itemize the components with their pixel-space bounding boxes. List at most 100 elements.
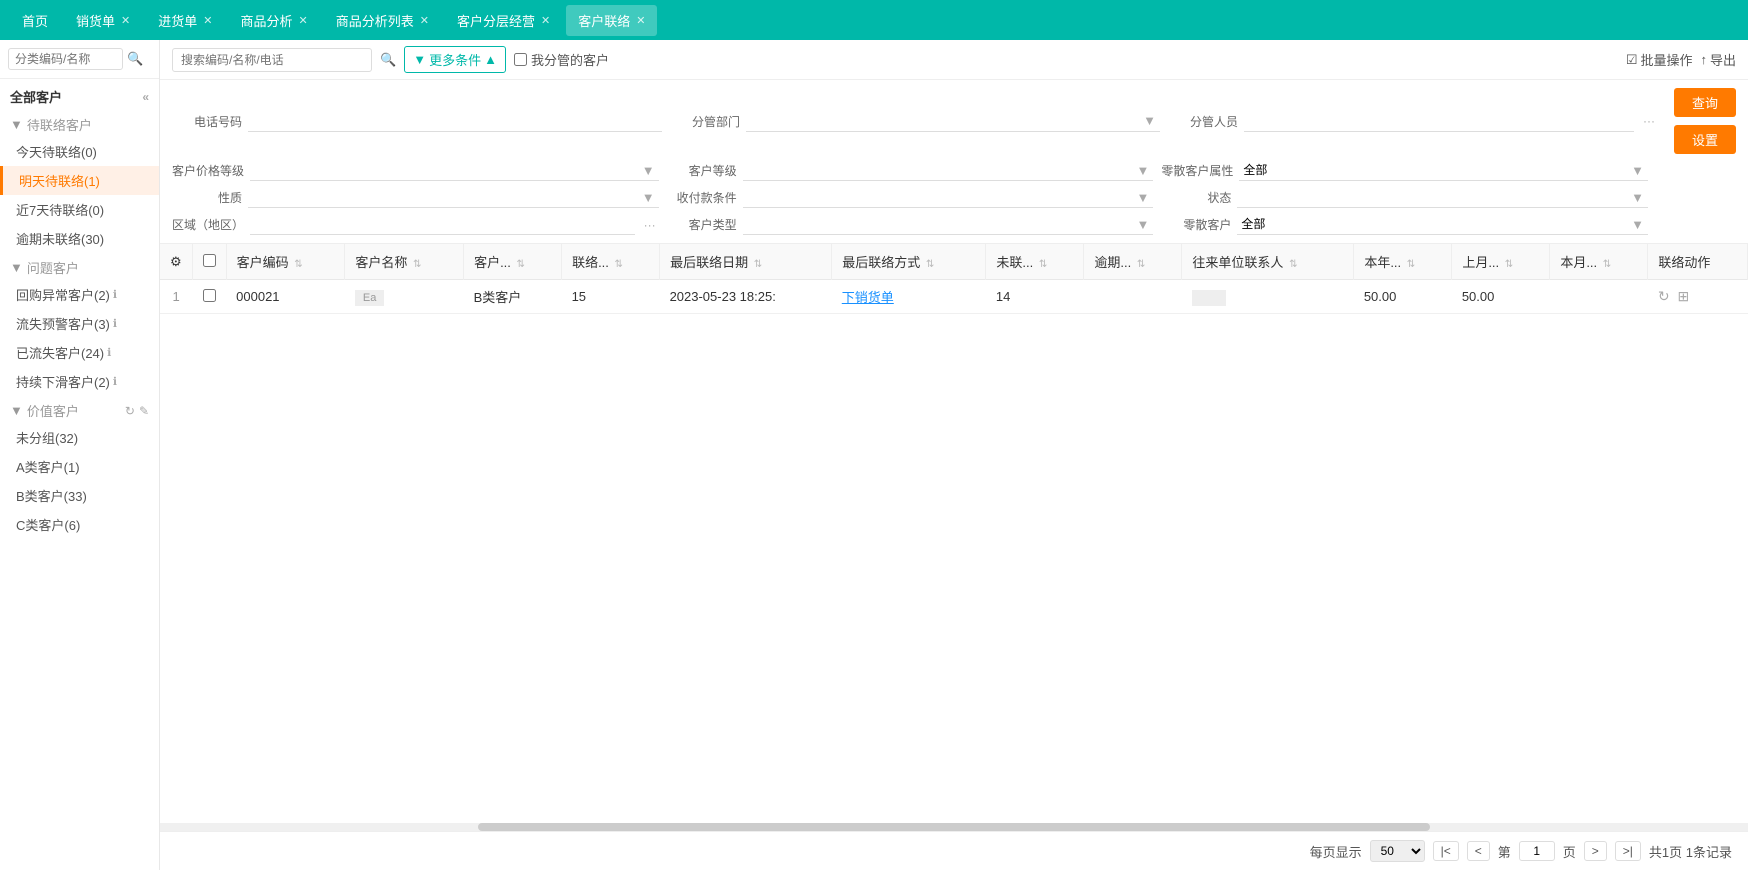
nav-close-purchase-order[interactable]: ✕: [203, 14, 212, 27]
sort-icon-overdue[interactable]: ⇅: [1137, 259, 1145, 270]
nav-close-sales-order[interactable]: ✕: [121, 14, 130, 27]
sort-icon-unlisted[interactable]: ⇅: [1039, 259, 1047, 270]
sort-icon-this-month[interactable]: ⇅: [1603, 259, 1611, 270]
price-level-select[interactable]: [250, 160, 659, 180]
th-this-year-label: 本年...: [1364, 255, 1401, 270]
region-ellipsis-btn[interactable]: ···: [641, 215, 659, 235]
retail-attr-select[interactable]: 全部: [1239, 160, 1648, 180]
sidebar-item-churned[interactable]: 已流失客户(24) ℹ: [0, 338, 159, 367]
my-customers-checkbox[interactable]: [514, 53, 527, 66]
sidebar-item-class-a[interactable]: A类客户(1): [0, 452, 159, 481]
payment-terms-select[interactable]: [743, 187, 1154, 207]
nav-home[interactable]: 首页: [10, 5, 60, 36]
sidebar-search-input[interactable]: [8, 48, 123, 70]
th-last-contact-date: 最后联络日期 ⇅: [660, 244, 832, 280]
nav-close-product-analysis[interactable]: ✕: [299, 14, 308, 27]
phone-input[interactable]: [248, 111, 662, 132]
page-num-input[interactable]: [1519, 841, 1555, 861]
nav-customer-layered[interactable]: 客户分层经营 ✕: [445, 5, 562, 36]
value-group-refresh-icon[interactable]: ↻: [125, 404, 135, 418]
nav-close-product-analysis-list[interactable]: ✕: [420, 14, 429, 27]
next-page-btn[interactable]: >: [1584, 841, 1607, 861]
info-icon-0[interactable]: ℹ: [113, 288, 117, 301]
scrollbar-thumb[interactable]: [478, 823, 1431, 831]
nav-product-analysis[interactable]: 商品分析 ✕: [228, 5, 319, 36]
more-conditions-btn[interactable]: ▼ 更多条件 ▲: [404, 46, 506, 73]
info-icon-3[interactable]: ℹ: [113, 375, 117, 388]
info-icon-1[interactable]: ℹ: [113, 317, 117, 330]
last-page-btn[interactable]: >|: [1615, 841, 1641, 861]
contact-method-link[interactable]: 下销货单: [842, 290, 894, 305]
person-ellipsis-btn[interactable]: ···: [1640, 111, 1658, 131]
filter-search-icon[interactable]: 🔍: [380, 52, 396, 68]
query-btn[interactable]: 查询: [1674, 88, 1736, 117]
row-customer-code: 000021: [226, 280, 345, 314]
my-customers-checkbox-label[interactable]: 我分管的客户: [514, 50, 609, 69]
nav-purchase-order[interactable]: 进货单 ✕: [146, 5, 224, 36]
filter-field-nature: 性质 ▼: [172, 187, 659, 208]
first-page-btn[interactable]: |<: [1433, 841, 1459, 861]
collapse-arrow-value[interactable]: ▼: [10, 403, 23, 418]
sidebar-item-class-b[interactable]: B类客户(33): [0, 481, 159, 510]
sort-icon-name[interactable]: ⇅: [413, 259, 421, 270]
sort-icon-date[interactable]: ⇅: [754, 259, 762, 270]
sort-icon-person[interactable]: ⇅: [1289, 259, 1297, 270]
value-group-edit-icon[interactable]: ✎: [139, 404, 149, 418]
sidebar-item-overdue-contact[interactable]: 逾期未联络(30): [0, 224, 159, 253]
sort-icon-year[interactable]: ⇅: [1407, 259, 1415, 270]
horizontal-scrollbar[interactable]: [160, 823, 1748, 831]
collapse-arrow-problem[interactable]: ▼: [10, 260, 23, 275]
sidebar-collapse-icon[interactable]: «: [142, 90, 149, 104]
filter-field-phone: 电话号码: [172, 111, 662, 132]
per-page-select[interactable]: 50 100 200: [1370, 840, 1425, 862]
prev-page-btn[interactable]: <: [1467, 841, 1490, 861]
row-this-year: 50.00: [1354, 280, 1452, 314]
reset-btn[interactable]: 设置: [1674, 125, 1736, 154]
sort-icon-code[interactable]: ⇅: [294, 259, 302, 270]
collapse-arrow-pending[interactable]: ▼: [10, 117, 23, 132]
nature-select[interactable]: [248, 187, 659, 207]
sidebar-item-declining[interactable]: 持续下滑客户(2) ℹ: [0, 367, 159, 396]
nature-label: 性质: [172, 189, 242, 206]
sidebar-item-repurchase-abnormal[interactable]: 回购异常客户(2) ℹ: [0, 280, 159, 309]
customer-type-select[interactable]: [743, 214, 1154, 234]
filter-row-4: 区域（地区） ··· 客户类型 ▼ 零散客户 全部: [172, 214, 1736, 235]
sort-icon-type[interactable]: ⇅: [517, 259, 525, 270]
row-last-contact-date: 2023-05-23 18:25:: [660, 280, 832, 314]
export-btn[interactable]: ↑ 导出: [1700, 50, 1736, 69]
sidebar-item-week-contact[interactable]: 近7天待联络(0): [0, 195, 159, 224]
nav-customer-contact[interactable]: 客户联络 ✕: [566, 5, 657, 36]
status-select[interactable]: [1237, 187, 1648, 207]
region-input[interactable]: [250, 214, 635, 235]
sort-icon-last-month[interactable]: ⇅: [1505, 259, 1513, 270]
batch-op-btn[interactable]: ☑ 批量操作: [1626, 50, 1693, 69]
select-all-checkbox[interactable]: [203, 254, 216, 267]
customer-level-select-wrapper: ▼: [743, 160, 1154, 181]
nav-product-analysis-list[interactable]: 商品分析列表 ✕: [324, 5, 441, 36]
nav-close-customer-contact[interactable]: ✕: [636, 14, 645, 27]
retail-customer-select-wrapper: 全部 ▼: [1237, 214, 1648, 235]
th-last-contact-method: 最后联络方式 ⇅: [832, 244, 986, 280]
nav-close-customer-layered[interactable]: ✕: [541, 14, 550, 27]
th-checkbox: [192, 244, 226, 280]
sidebar-item-tomorrow-contact[interactable]: 明天待联络(1): [0, 166, 159, 195]
dept-select[interactable]: [746, 111, 1160, 131]
th-gear: ⚙: [160, 244, 192, 280]
retail-customer-select[interactable]: 全部: [1237, 214, 1648, 234]
sidebar-search-icon[interactable]: 🔍: [127, 51, 143, 67]
nav-sales-order[interactable]: 销货单 ✕: [64, 5, 142, 36]
row-checkbox[interactable]: [203, 289, 216, 302]
sidebar-item-today-contact[interactable]: 今天待联络(0): [0, 137, 159, 166]
sort-icon-method[interactable]: ⇅: [926, 259, 934, 270]
person-input[interactable]: [1244, 111, 1634, 132]
sidebar-item-ungrouped[interactable]: 未分组(32): [0, 423, 159, 452]
search-input[interactable]: [172, 48, 372, 72]
sidebar-item-class-c[interactable]: C类客户(6): [0, 510, 159, 539]
customer-level-select[interactable]: [743, 160, 1154, 180]
sort-icon-contact[interactable]: ⇅: [615, 259, 623, 270]
th-actions: 联络动作: [1648, 244, 1748, 280]
action-grid-icon[interactable]: ⊞: [1678, 288, 1690, 305]
action-refresh-icon[interactable]: ↻: [1658, 288, 1670, 305]
sidebar-item-churn-warning[interactable]: 流失预警客户(3) ℹ: [0, 309, 159, 338]
info-icon-2[interactable]: ℹ: [107, 346, 111, 359]
